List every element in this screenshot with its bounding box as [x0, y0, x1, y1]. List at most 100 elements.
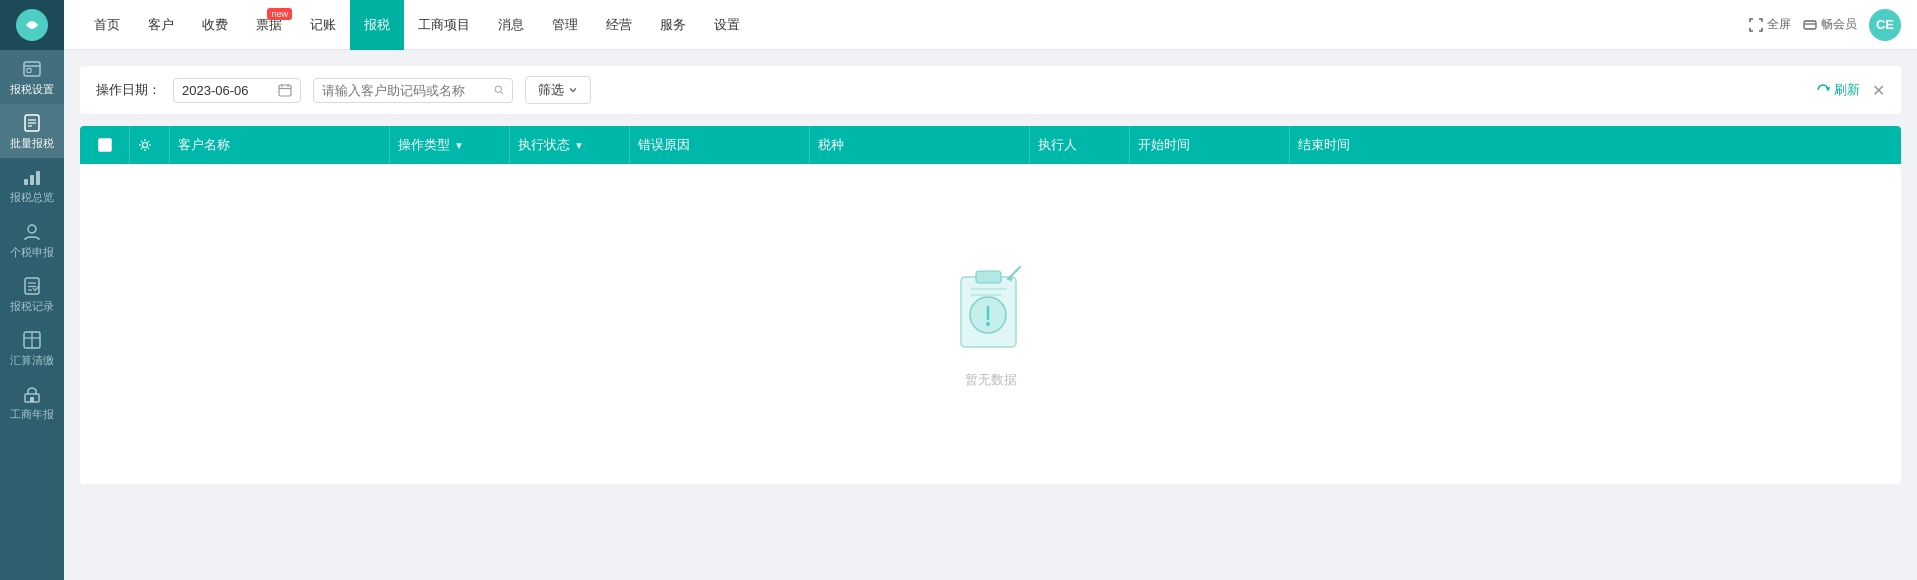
filter-button[interactable]: 筛选 [525, 76, 591, 104]
content-area: 操作日期： [64, 50, 1917, 580]
nav-item-shouye[interactable]: 首页 [80, 0, 134, 50]
nav-label-fuwu: 服务 [660, 16, 686, 34]
baoshui-zonlan-icon [21, 166, 43, 188]
nav-item-fuwu[interactable]: 服务 [646, 0, 700, 50]
sidebar-label-zonlan: 报税总览 [10, 191, 54, 204]
refresh-icon [1816, 83, 1830, 97]
th-start-time: 开始时间 [1130, 126, 1290, 164]
close-button[interactable]: ✕ [1872, 81, 1885, 100]
search-icon [494, 83, 504, 97]
nav-item-jingying[interactable]: 经营 [592, 0, 646, 50]
filter-bar: 操作日期： [80, 66, 1901, 114]
sidebar-item-baoshui-jilu[interactable]: 报税记录 [0, 267, 64, 321]
svg-rect-4 [27, 69, 31, 73]
sidebar-label-baoshui-shezhi: 报税设置 [10, 83, 54, 96]
chevron-down-icon [568, 85, 578, 95]
th-error-reason: 错误原因 [630, 126, 810, 164]
sidebar-item-huisuan[interactable]: 汇算清缴 [0, 321, 64, 375]
svg-point-12 [28, 225, 36, 233]
filter-btn-label: 筛选 [538, 81, 564, 99]
baoshui-shezhi-icon [21, 58, 43, 80]
header-checkbox[interactable] [98, 138, 112, 152]
sort-icon-operation: ▼ [454, 140, 464, 151]
svg-point-35 [986, 322, 990, 326]
refresh-label: 刷新 [1834, 81, 1860, 99]
member-icon [1803, 18, 1817, 32]
th-tax-type: 税种 [810, 126, 1030, 164]
svg-point-30 [143, 143, 148, 148]
settings-icon [138, 138, 152, 152]
sidebar-label-geshui: 个税申报 [10, 246, 54, 259]
nav-item-jizhang[interactable]: 记账 [296, 0, 350, 50]
fullscreen-button[interactable]: 全屏 [1749, 16, 1791, 33]
svg-point-1 [29, 22, 35, 28]
user-initials: CE [1876, 17, 1894, 32]
topnav-right: 全屏 畅会员 CE [1749, 9, 1901, 41]
nav-item-guanli[interactable]: 管理 [538, 0, 592, 50]
table-body: 暂无数据 [80, 164, 1901, 484]
nav-item-baoshui[interactable]: 报税 [350, 0, 404, 50]
app-logo[interactable] [16, 9, 48, 41]
svg-line-29 [501, 92, 504, 95]
th-customer-name: 客户名称 [170, 126, 390, 164]
huisuan-icon [21, 329, 43, 351]
sidebar-label-jilu: 报税记录 [10, 300, 54, 313]
member-button[interactable]: 畅会员 [1803, 16, 1857, 33]
user-avatar[interactable]: CE [1869, 9, 1901, 41]
svg-rect-9 [24, 179, 28, 185]
search-wrapper[interactable] [313, 78, 513, 103]
nav-label-shezhi: 设置 [714, 16, 740, 34]
refresh-button[interactable]: 刷新 [1816, 81, 1860, 99]
piaoju-badge: new [267, 8, 292, 20]
svg-rect-11 [36, 171, 40, 185]
th-settings[interactable] [130, 126, 170, 164]
gongshang-nianbao-icon [21, 383, 43, 405]
nav-label-shouye: 首页 [94, 16, 120, 34]
table-header: 客户名称 操作类型 ▼ 执行状态 ▼ 错误原因 税种 [80, 126, 1901, 164]
search-input[interactable] [322, 83, 490, 98]
sidebar-item-baoshui-shezhi[interactable]: 报税设置 [0, 50, 64, 104]
top-navigation: 首页 客户 收费 票据 new 记账 报税 工商项目 消息 管理 经营 [64, 0, 1917, 50]
th-executor: 执行人 [1030, 126, 1130, 164]
empty-illustration [946, 259, 1036, 359]
member-label: 畅会员 [1821, 16, 1857, 33]
nav-label-xiaoxi: 消息 [498, 16, 524, 34]
svg-rect-2 [24, 62, 40, 76]
svg-rect-32 [976, 271, 1001, 283]
nav-item-kehu[interactable]: 客户 [134, 0, 188, 50]
th-operation-type[interactable]: 操作类型 ▼ [390, 126, 510, 164]
svg-point-28 [495, 86, 501, 92]
svg-rect-22 [1804, 21, 1816, 29]
nav-label-kehu: 客户 [148, 16, 174, 34]
calendar-icon [278, 83, 292, 97]
sort-icon-status: ▼ [574, 140, 584, 151]
sidebar-label-huisuan: 汇算清缴 [10, 354, 54, 367]
fullscreen-icon [1749, 18, 1763, 32]
sidebar: 报税设置 批量报税 报税总览 [0, 0, 64, 580]
sidebar-item-piliang-baoshui[interactable]: 批量报税 [0, 104, 64, 158]
nav-item-piaoju[interactable]: 票据 new [242, 0, 296, 50]
date-input-wrapper[interactable] [173, 78, 301, 103]
nav-item-shoufei[interactable]: 收费 [188, 0, 242, 50]
sidebar-label-piliang: 批量报税 [10, 137, 54, 150]
th-checkbox[interactable] [80, 126, 130, 164]
nav-item-shezhi[interactable]: 设置 [700, 0, 754, 50]
nav-item-gongshang[interactable]: 工商项目 [404, 0, 484, 50]
main-area: 首页 客户 收费 票据 new 记账 报税 工商项目 消息 管理 经营 [64, 0, 1917, 580]
baoshui-jilu-icon [21, 275, 43, 297]
sidebar-logo [0, 0, 64, 50]
nav-label-shoufei: 收费 [202, 16, 228, 34]
sidebar-item-geshui[interactable]: 个税申报 [0, 213, 64, 267]
sidebar-item-baoshui-zonlan[interactable]: 报税总览 [0, 158, 64, 212]
svg-rect-24 [279, 85, 291, 96]
filter-bar-right: 刷新 ✕ [1816, 81, 1885, 100]
fullscreen-label: 全屏 [1767, 16, 1791, 33]
date-input[interactable] [182, 83, 272, 98]
page-content: 操作日期： [64, 50, 1917, 580]
sidebar-label-gongshang: 工商年报 [10, 408, 54, 421]
sidebar-item-gongshang-nianbao[interactable]: 工商年报 [0, 375, 64, 429]
svg-rect-21 [30, 397, 34, 402]
nav-item-xiaoxi[interactable]: 消息 [484, 0, 538, 50]
th-execution-status[interactable]: 执行状态 ▼ [510, 126, 630, 164]
piliang-baoshui-icon [21, 112, 43, 134]
